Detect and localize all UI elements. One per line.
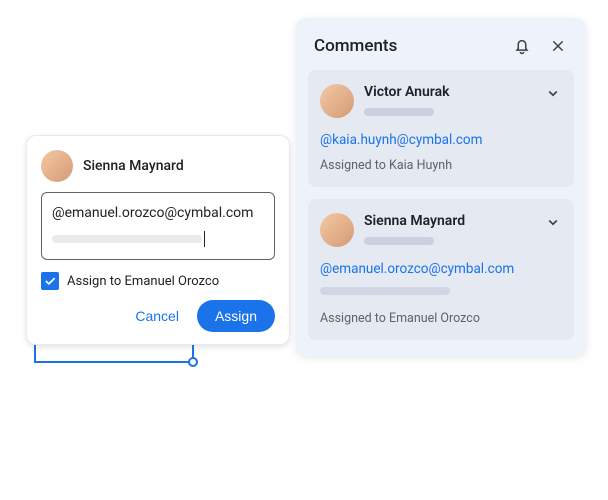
avatar xyxy=(41,150,73,182)
timestamp-placeholder xyxy=(364,237,434,245)
assign-button[interactable]: Assign xyxy=(197,300,275,332)
body-placeholder xyxy=(320,287,450,295)
assign-checkbox-label: Assign to Emanuel Orozco xyxy=(67,274,219,289)
comment-mention[interactable]: @emanuel.orozco@cymbal.com xyxy=(320,261,562,277)
avatar xyxy=(320,84,354,118)
expand-toggle[interactable] xyxy=(544,84,562,106)
comment-author: Victor Anurak xyxy=(364,84,534,100)
timestamp-placeholder xyxy=(364,108,434,116)
assigned-to-text: Assigned to Kaia Huynh xyxy=(320,158,562,173)
expand-toggle[interactable] xyxy=(544,213,562,235)
assigned-to-text: Assigned to Emanuel Orozco xyxy=(320,311,562,326)
close-button[interactable] xyxy=(548,36,568,56)
panel-title: Comments xyxy=(314,36,397,56)
comment-input[interactable]: @emanuel.orozco@cymbal.com xyxy=(41,192,275,260)
close-icon xyxy=(550,38,566,54)
author-name: Sienna Maynard xyxy=(83,158,184,174)
notifications-button[interactable] xyxy=(510,34,534,58)
bell-icon xyxy=(512,36,532,56)
comment-card[interactable]: Victor Anurak @kaia.huynh@cymbal.com Ass… xyxy=(308,70,574,187)
check-icon xyxy=(43,274,57,288)
mention-text: @emanuel.orozco@cymbal.com xyxy=(52,205,264,221)
selection-handle[interactable] xyxy=(188,357,198,367)
text-caret xyxy=(204,231,205,247)
chevron-down-icon xyxy=(544,84,562,102)
comment-mention[interactable]: @kaia.huynh@cymbal.com xyxy=(320,132,562,148)
comment-author: Sienna Maynard xyxy=(364,213,534,229)
new-comment-dialog: Sienna Maynard @emanuel.orozco@cymbal.co… xyxy=(26,135,290,345)
avatar xyxy=(320,213,354,247)
placeholder-line xyxy=(52,235,202,243)
assign-checkbox-row[interactable]: Assign to Emanuel Orozco xyxy=(41,272,275,290)
cancel-button[interactable]: Cancel xyxy=(123,300,191,332)
comment-card[interactable]: Sienna Maynard @emanuel.orozco@cymbal.co… xyxy=(308,199,574,340)
comments-panel: Comments Victor Anurak xyxy=(296,18,586,356)
chevron-down-icon xyxy=(544,213,562,231)
assign-checkbox[interactable] xyxy=(41,272,59,290)
